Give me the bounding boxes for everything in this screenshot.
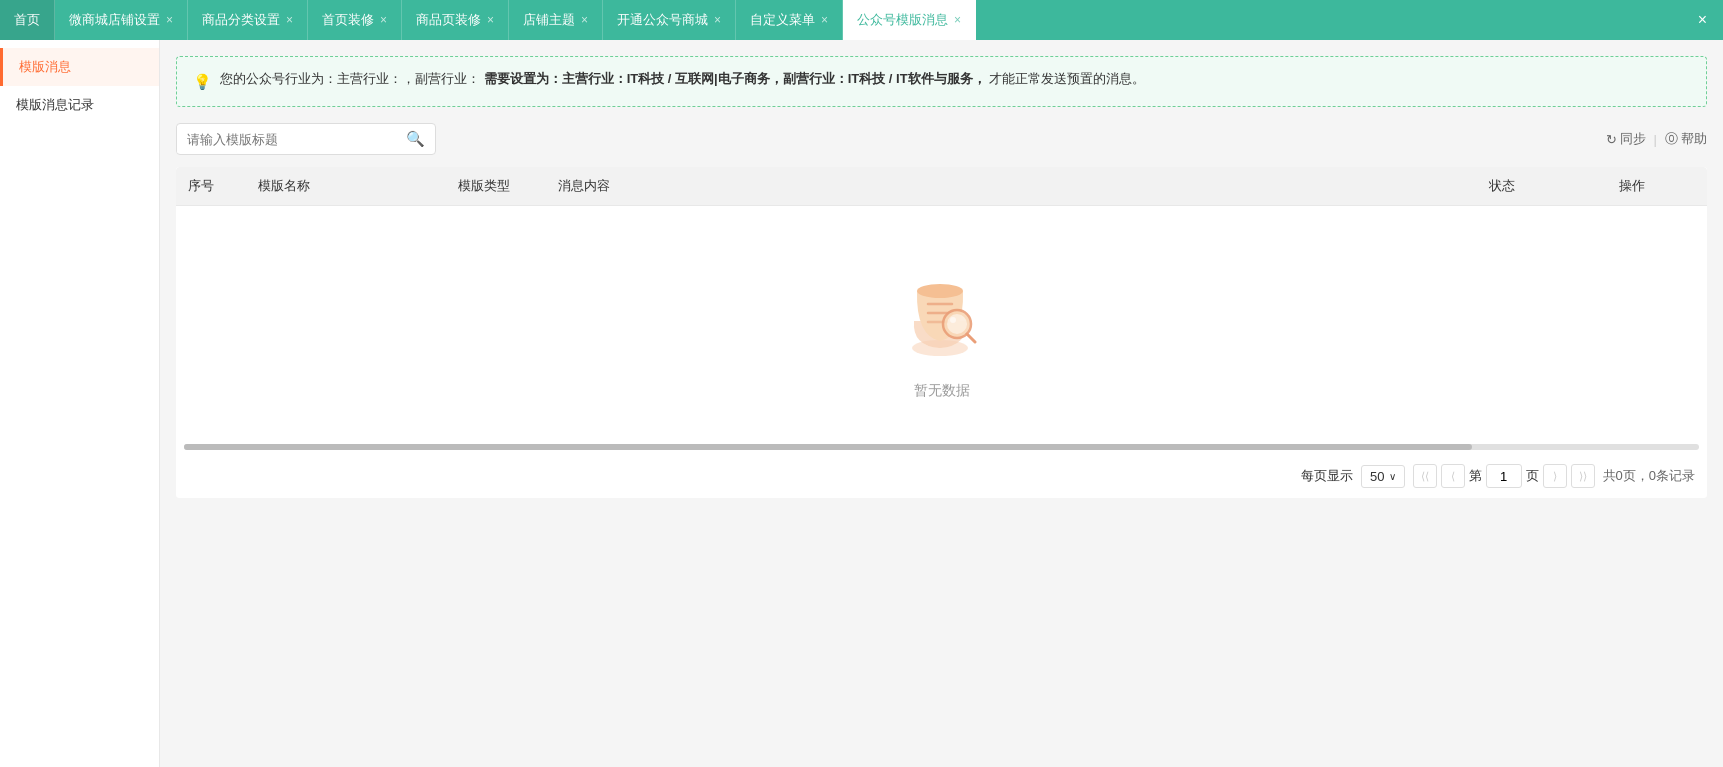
tab-shop-theme[interactable]: 店铺主题 × <box>509 0 603 40</box>
tab-wsc-settings[interactable]: 微商城店铺设置 × <box>55 0 188 40</box>
sync-button[interactable]: ↻ 同步 <box>1606 130 1646 148</box>
content-area: 💡 您的公众号行业为：主营行业：，副营行业： 需要设置为：主营行业：IT科技 /… <box>160 40 1723 767</box>
close-tab-template[interactable]: × <box>954 13 961 27</box>
pagination-row: 每页显示 50 ∨ ⟨⟨ ⟨ 第 页 ⟩ ⟩⟩ 共0页，0条记录 <box>176 454 1707 498</box>
data-table: 序号 模版名称 模版类型 消息内容 状态 操作 <box>176 167 1707 440</box>
col-type: 模版类型 <box>446 167 546 206</box>
close-tab-home-decor[interactable]: × <box>380 13 387 27</box>
col-action: 操作 <box>1607 167 1707 206</box>
svg-point-6 <box>947 314 967 334</box>
scrollbar-track <box>184 444 1699 450</box>
page-navigation: ⟨⟨ ⟨ 第 页 ⟩ ⟩⟩ <box>1413 464 1595 488</box>
close-tab-wsc[interactable]: × <box>166 13 173 27</box>
tab-custom-menu[interactable]: 自定义菜单 × <box>736 0 843 40</box>
col-status: 状态 <box>1477 167 1607 206</box>
first-page-button[interactable]: ⟨⟨ <box>1413 464 1437 488</box>
close-tab-custom-menu[interactable]: × <box>821 13 828 27</box>
empty-illustration <box>892 266 992 366</box>
search-button[interactable]: 🔍 <box>396 124 435 154</box>
page-before-label: 第 <box>1469 467 1482 485</box>
col-content: 消息内容 <box>546 167 1477 206</box>
svg-point-8 <box>950 317 956 323</box>
alert-icon: 💡 <box>193 70 212 94</box>
empty-state-row: 暂无数据 <box>176 206 1707 441</box>
col-seq: 序号 <box>176 167 246 206</box>
sidebar-item-template-record[interactable]: 模版消息记录 <box>0 86 159 124</box>
tab-home[interactable]: 首页 <box>0 0 55 40</box>
close-tab-category[interactable]: × <box>286 13 293 27</box>
toolbar-right: ↻ 同步 | ⓪ 帮助 <box>1606 130 1707 148</box>
close-tab-shop-theme[interactable]: × <box>581 13 588 27</box>
help-icon: ⓪ <box>1665 130 1678 148</box>
toolbar-divider: | <box>1654 132 1657 147</box>
tab-home-decor[interactable]: 首页装修 × <box>308 0 402 40</box>
next-page-button[interactable]: ⟩ <box>1543 464 1567 488</box>
current-page-input[interactable] <box>1486 464 1522 488</box>
page-size-value: 50 <box>1370 469 1384 484</box>
table-header-row: 序号 模版名称 模版类型 消息内容 状态 操作 <box>176 167 1707 206</box>
close-tab-product-decor[interactable]: × <box>487 13 494 27</box>
last-page-button[interactable]: ⟩⟩ <box>1571 464 1595 488</box>
search-row: 🔍 ↻ 同步 | ⓪ 帮助 <box>176 123 1707 155</box>
tab-template-msg[interactable]: 公众号模版消息 × <box>843 0 976 40</box>
industry-alert: 💡 您的公众号行业为：主营行业：，副营行业： 需要设置为：主营行业：IT科技 /… <box>176 56 1707 107</box>
table-scrollbar[interactable] <box>176 440 1707 454</box>
search-input-wrap: 🔍 <box>176 123 436 155</box>
page-size-selector[interactable]: 50 ∨ <box>1361 465 1404 488</box>
scrollbar-thumb <box>184 444 1472 450</box>
tab-product-category[interactable]: 商品分类设置 × <box>188 0 308 40</box>
tab-open-mall[interactable]: 开通公众号商城 × <box>603 0 736 40</box>
svg-line-7 <box>967 334 975 342</box>
global-close-button[interactable]: × <box>1682 0 1723 40</box>
help-button[interactable]: ⓪ 帮助 <box>1665 130 1707 148</box>
page-after-label: 页 <box>1526 467 1539 485</box>
dropdown-icon: ∨ <box>1389 471 1396 482</box>
table-container: 序号 模版名称 模版类型 消息内容 状态 操作 <box>176 167 1707 498</box>
empty-text: 暂无数据 <box>914 382 970 400</box>
main-layout: 模版消息 模版消息记录 💡 您的公众号行业为：主营行业：，副营行业： 需要设置为… <box>0 40 1723 767</box>
col-name: 模版名称 <box>246 167 446 206</box>
page-size-label: 每页显示 <box>1301 467 1353 485</box>
empty-cell: 暂无数据 <box>176 206 1707 441</box>
search-input[interactable] <box>177 126 396 153</box>
close-tab-open-mall[interactable]: × <box>714 13 721 27</box>
total-info: 共0页，0条记录 <box>1603 467 1695 485</box>
prev-page-button[interactable]: ⟨ <box>1441 464 1465 488</box>
top-nav: 首页 微商城店铺设置 × 商品分类设置 × 首页装修 × 商品页装修 × 店铺主… <box>0 0 1723 40</box>
alert-text: 您的公众号行业为：主营行业：，副营行业： 需要设置为：主营行业：IT科技 / 互… <box>220 69 1145 90</box>
sidebar-item-template-msg[interactable]: 模版消息 <box>0 48 159 86</box>
tab-product-decor[interactable]: 商品页装修 × <box>402 0 509 40</box>
svg-point-1 <box>917 284 963 298</box>
empty-state: 暂无数据 <box>176 206 1707 440</box>
sync-icon: ↻ <box>1606 132 1617 147</box>
sidebar: 模版消息 模版消息记录 <box>0 40 160 767</box>
